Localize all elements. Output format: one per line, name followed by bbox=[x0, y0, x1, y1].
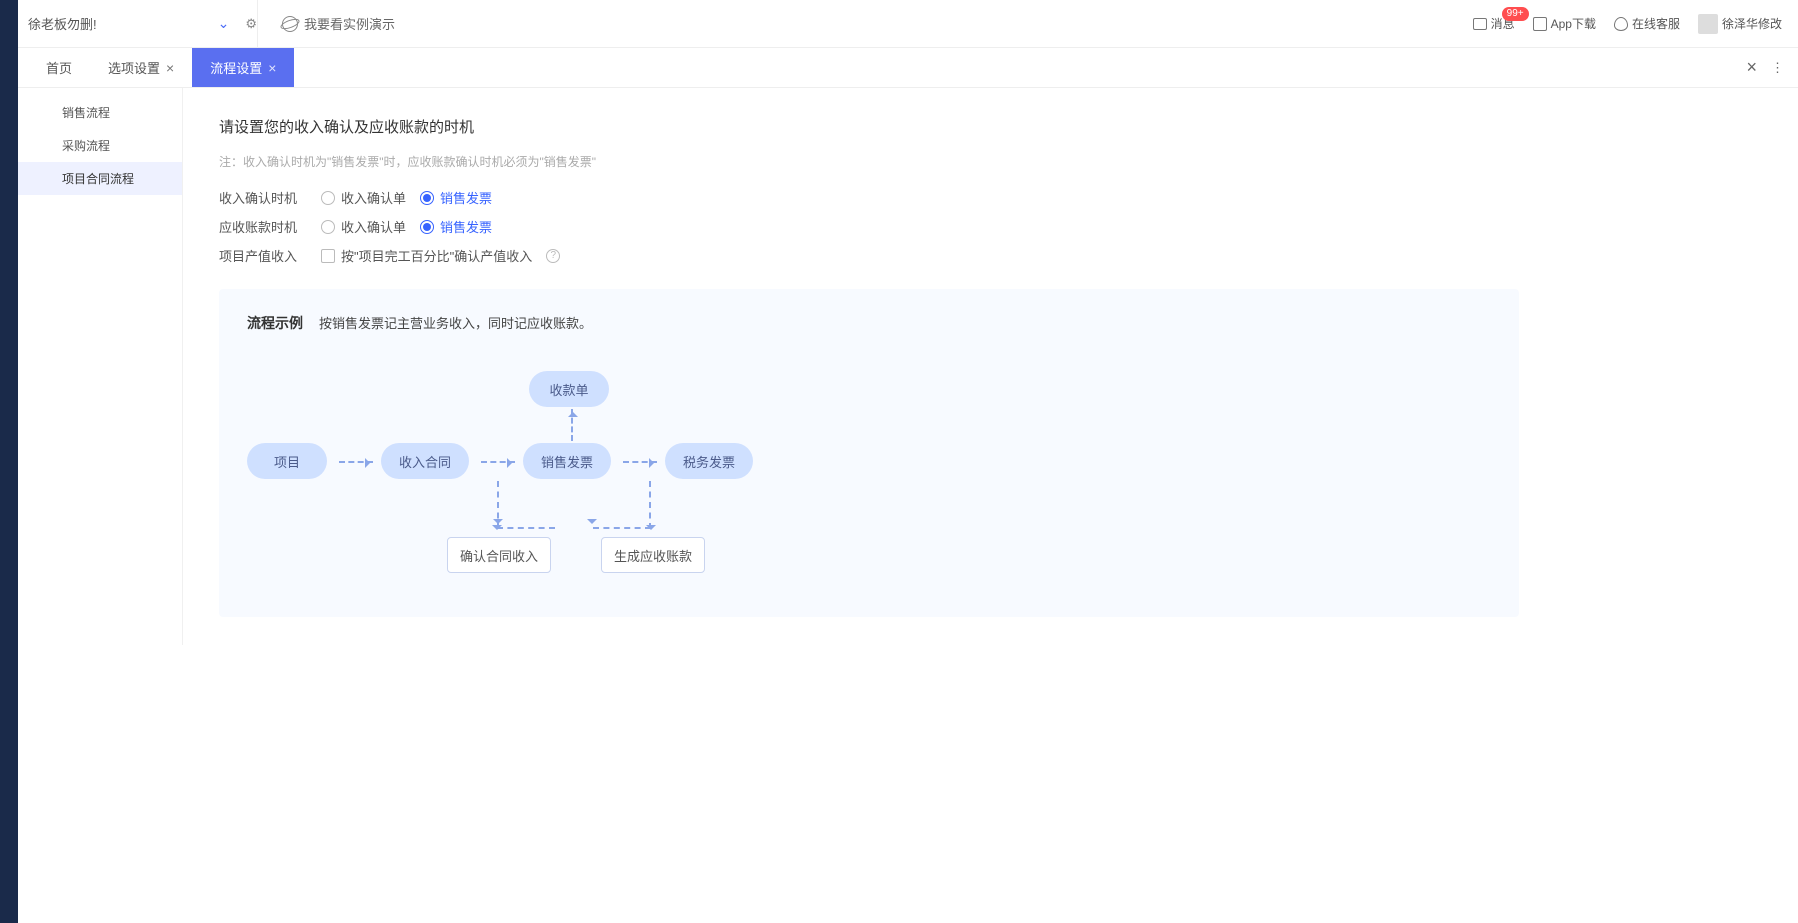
row-income-time: 收入确认时机 收入确认单 销售发票 bbox=[219, 188, 1762, 207]
tab-label: 首页 bbox=[46, 58, 72, 77]
arrow-down-icon bbox=[492, 525, 502, 535]
chevron-down-icon[interactable]: ⌄ bbox=[218, 15, 230, 32]
tab-home[interactable]: 首页 bbox=[28, 48, 90, 87]
radio-icon bbox=[420, 191, 434, 205]
arrow-icon bbox=[623, 461, 657, 463]
connector-icon bbox=[593, 481, 651, 529]
row-receivable-time: 应收账款时机 收入确认单 销售发票 bbox=[219, 217, 1762, 236]
page-title: 请设置您的收入确认及应收账款的时机 bbox=[219, 116, 1762, 137]
form-label: 收入确认时机 bbox=[219, 188, 307, 207]
app-download-label: App下载 bbox=[1551, 15, 1596, 32]
radio-receivable-invoice[interactable]: 销售发票 bbox=[420, 217, 492, 236]
process-sidebar: 销售流程 采购流程 项目合同流程 bbox=[18, 88, 182, 645]
close-icon[interactable]: × bbox=[166, 60, 174, 76]
content-area: 请设置您的收入确认及应收账款的时机 注：收入确认时机为"销售发票"时，应收账款确… bbox=[182, 88, 1798, 645]
top-bar: 徐老板勿删! ⌄ ⚙ 我要看实例演示 消息 99+ App下载 在线客服 徐泽华… bbox=[0, 0, 1798, 48]
sidebar-item-purchase[interactable]: 采购流程 bbox=[18, 129, 182, 162]
tab-options[interactable]: 选项设置 × bbox=[90, 48, 192, 87]
checkbox-label: 按"项目完工百分比"确认产值收入 bbox=[341, 246, 532, 265]
app-download-link[interactable]: App下载 bbox=[1533, 15, 1596, 32]
radio-icon bbox=[321, 220, 335, 234]
demo-link[interactable]: 我要看实例演示 bbox=[282, 14, 395, 33]
org-selector[interactable]: 徐老板勿删! ⌄ ⚙ bbox=[28, 0, 258, 47]
arrow-down-icon bbox=[646, 525, 656, 535]
demo-link-label: 我要看实例演示 bbox=[304, 14, 395, 33]
node-receipt: 收款单 bbox=[529, 371, 609, 407]
messages-badge: 99+ bbox=[1502, 7, 1529, 21]
radio-icon bbox=[420, 220, 434, 234]
planet-icon bbox=[282, 16, 298, 32]
org-name: 徐老板勿删! bbox=[28, 14, 208, 33]
radio-label: 销售发票 bbox=[440, 188, 492, 207]
row-output-income: 项目产值收入 按"项目完工百分比"确认产值收入 ? bbox=[219, 246, 1762, 265]
tab-label: 流程设置 bbox=[210, 58, 262, 77]
tabs-right-actions: × ⋮ bbox=[1732, 48, 1798, 87]
radio-label: 销售发票 bbox=[440, 217, 492, 236]
avatar-icon bbox=[1698, 14, 1718, 34]
page-note: 注：收入确认时机为"销售发票"时，应收账款确认时机必须为"销售发票" bbox=[219, 153, 1762, 170]
form-label: 项目产值收入 bbox=[219, 246, 307, 265]
username-label: 徐泽华修改 bbox=[1722, 15, 1782, 32]
checkbox-icon bbox=[321, 249, 335, 263]
app-left-rail bbox=[0, 0, 18, 923]
tab-label: 选项设置 bbox=[108, 58, 160, 77]
radio-label: 收入确认单 bbox=[341, 188, 406, 207]
flow-diagram: 项目 收入合同 销售发票 税务发票 收款单 确认合同收入 生成应收账款 bbox=[247, 357, 807, 577]
arrow-up-icon bbox=[571, 409, 573, 441]
help-icon[interactable]: ? bbox=[546, 249, 560, 263]
chat-icon bbox=[1473, 18, 1487, 30]
arrow-icon bbox=[481, 461, 515, 463]
tab-process[interactable]: 流程设置 × bbox=[192, 48, 294, 87]
form-label: 应收账款时机 bbox=[219, 217, 307, 236]
checkbox-output-income[interactable]: 按"项目完工百分比"确认产值收入 bbox=[321, 246, 532, 265]
radio-icon bbox=[321, 191, 335, 205]
arrow-icon bbox=[339, 461, 373, 463]
sidebar-item-contract[interactable]: 项目合同流程 bbox=[18, 162, 182, 195]
messages-link[interactable]: 消息 99+ bbox=[1473, 15, 1515, 32]
example-title: 流程示例 bbox=[247, 313, 303, 333]
node-gen-receivable: 生成应收账款 bbox=[601, 537, 705, 573]
node-project: 项目 bbox=[247, 443, 327, 479]
support-link[interactable]: 在线客服 bbox=[1614, 15, 1680, 32]
download-icon bbox=[1533, 17, 1547, 31]
radio-income-confirm[interactable]: 收入确认单 bbox=[321, 188, 406, 207]
sidebar-item-sales[interactable]: 销售流程 bbox=[18, 96, 182, 129]
gear-icon[interactable]: ⚙ bbox=[245, 16, 257, 32]
flow-example-panel: 流程示例 按销售发票记主营业务收入，同时记应收账款。 项目 收入合同 销售发票 … bbox=[219, 289, 1519, 617]
node-sales-invoice: 销售发票 bbox=[523, 443, 611, 479]
node-tax-invoice: 税务发票 bbox=[665, 443, 753, 479]
top-right-actions: 消息 99+ App下载 在线客服 徐泽华修改 bbox=[1473, 14, 1782, 34]
headset-icon bbox=[1614, 17, 1628, 31]
radio-receivable-confirm[interactable]: 收入确认单 bbox=[321, 217, 406, 236]
connector-icon bbox=[497, 481, 555, 529]
tabs-bar: 首页 选项设置 × 流程设置 × × ⋮ bbox=[0, 48, 1798, 88]
node-income-contract: 收入合同 bbox=[381, 443, 469, 479]
user-menu[interactable]: 徐泽华修改 bbox=[1698, 14, 1782, 34]
radio-label: 收入确认单 bbox=[341, 217, 406, 236]
radio-income-invoice[interactable]: 销售发票 bbox=[420, 188, 492, 207]
close-icon[interactable]: × bbox=[268, 60, 276, 76]
support-label: 在线客服 bbox=[1632, 15, 1680, 32]
node-confirm-income: 确认合同收入 bbox=[447, 537, 551, 573]
more-icon[interactable]: ⋮ bbox=[1771, 60, 1784, 76]
example-desc: 按销售发票记主营业务收入，同时记应收账款。 bbox=[319, 313, 592, 332]
close-all-icon[interactable]: × bbox=[1746, 57, 1757, 78]
